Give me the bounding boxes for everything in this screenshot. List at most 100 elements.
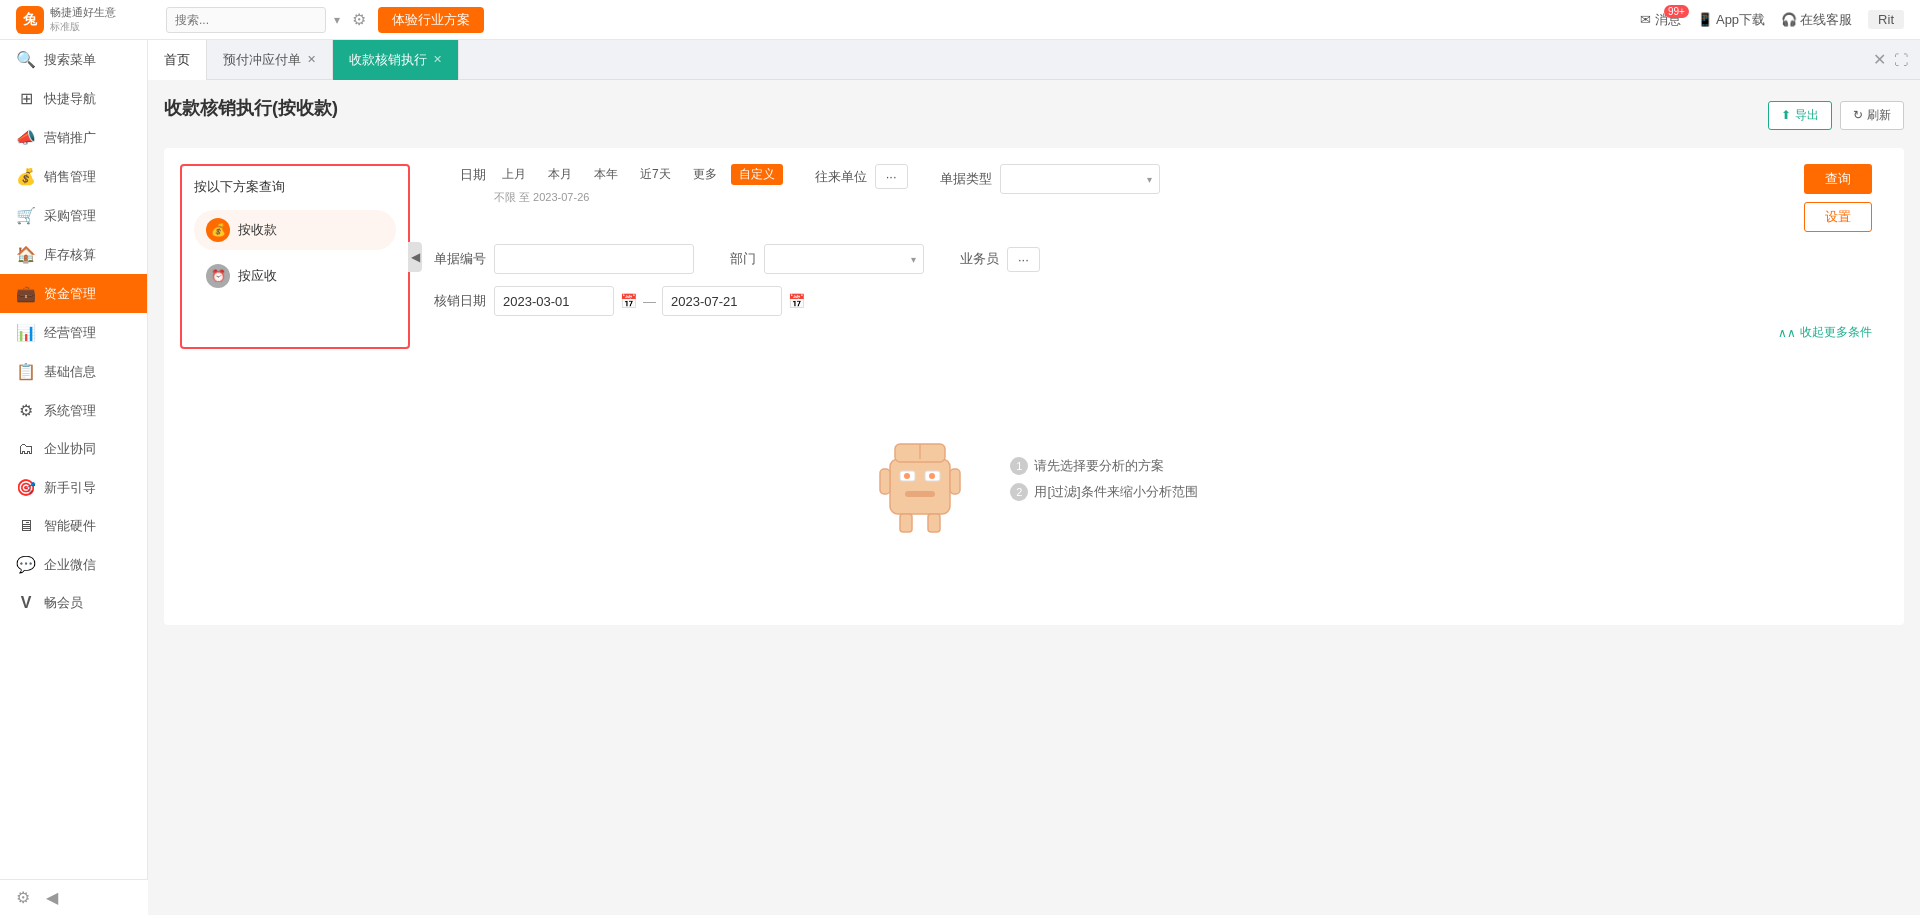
sidebar: 🔍 搜索菜单 ⊞ 快捷导航 📣 营销推广 💰 销售管理 🛒 采购管理 🏠 库存核… bbox=[0, 40, 148, 915]
export-btn[interactable]: ⬆ 导出 bbox=[1768, 101, 1832, 130]
sidebar-item-wechat[interactable]: 💬 企业微信 bbox=[0, 545, 147, 584]
dept-select-wrapper bbox=[764, 244, 924, 274]
svg-rect-9 bbox=[928, 514, 940, 532]
empty-hint-1: 请先选择要分析的方案 bbox=[1034, 457, 1164, 475]
tab-prepay-close[interactable]: ✕ bbox=[307, 53, 316, 66]
user-area[interactable]: Rit bbox=[1868, 10, 1904, 29]
tab-prepay-label: 预付冲应付单 bbox=[223, 51, 301, 69]
sidebar-item-member[interactable]: V 畅会员 bbox=[0, 584, 147, 622]
finance-icon: 💼 bbox=[16, 284, 36, 303]
close-tab-icon[interactable]: ✕ bbox=[1873, 50, 1886, 69]
collapse-label: 收起更多条件 bbox=[1800, 324, 1872, 341]
sidebar-item-search[interactable]: 🔍 搜索菜单 bbox=[0, 40, 147, 79]
settings-bottom-icon[interactable]: ⚙ bbox=[16, 888, 30, 907]
sidebar-item-hardware[interactable]: 🖥 智能硬件 bbox=[0, 507, 147, 545]
export-icon: ⬆ bbox=[1781, 108, 1791, 122]
tab-home-label: 首页 bbox=[164, 51, 190, 69]
action-btns: 查询 设置 bbox=[1804, 164, 1872, 232]
app-name: 畅捷通好生意 bbox=[50, 5, 116, 20]
sidebar-item-inventory[interactable]: 🏠 库存核算 bbox=[0, 235, 147, 274]
svg-rect-8 bbox=[900, 514, 912, 532]
verify-date-start[interactable] bbox=[494, 286, 614, 316]
empty-steps: 1 请先选择要分析的方案 2 用[过滤]条件来缩小分析范围 bbox=[1010, 457, 1197, 501]
svg-rect-7 bbox=[950, 469, 960, 494]
sidebar-item-system[interactable]: ⚙ 系统管理 bbox=[0, 391, 147, 430]
app-logo: 兔 畅捷通好生意 标准版 bbox=[16, 5, 156, 34]
online-service-label: 在线客服 bbox=[1800, 11, 1852, 29]
filter-panel-title: 按以下方案查询 bbox=[194, 178, 396, 196]
topbar-gear-icon[interactable]: ⚙ bbox=[352, 10, 366, 29]
sidebar-item-purchase[interactable]: 🛒 采购管理 bbox=[0, 196, 147, 235]
sidebar-label-inventory: 库存核算 bbox=[44, 246, 96, 264]
topbar-dropdown-arrow[interactable]: ▾ bbox=[334, 13, 340, 27]
refresh-btn[interactable]: ↻ 刷新 bbox=[1840, 101, 1904, 130]
date-quick-btns: 上月 本月 本年 近7天 更多 自定义 bbox=[494, 164, 783, 185]
collapse-sidebar-icon[interactable]: ◀ bbox=[46, 888, 58, 907]
sidebar-item-operations[interactable]: 📊 经营管理 bbox=[0, 313, 147, 352]
beginner-icon: 🎯 bbox=[16, 478, 36, 497]
svg-point-3 bbox=[904, 473, 910, 479]
dept-select[interactable] bbox=[764, 244, 924, 274]
sidebar-label-member: 畅会员 bbox=[44, 594, 83, 612]
btn-more-dates[interactable]: 更多 bbox=[685, 164, 725, 185]
online-service-btn[interactable]: 🎧 在线客服 bbox=[1781, 11, 1852, 29]
tab-home[interactable]: 首页 bbox=[148, 40, 207, 80]
collapse-more-btn[interactable]: ∧∧ 收起更多条件 bbox=[426, 316, 1872, 349]
empty-step-2: 2 用[过滤]条件来缩小分析范围 bbox=[1010, 483, 1197, 501]
filter-by-receivable[interactable]: ⏰ 按应收 bbox=[194, 256, 396, 296]
industry-btn[interactable]: 体验行业方案 bbox=[378, 7, 484, 33]
query-btn[interactable]: 查询 bbox=[1804, 164, 1872, 194]
message-btn[interactable]: ✉ 消息 99+ bbox=[1640, 11, 1681, 29]
system-icon: ⚙ bbox=[16, 401, 36, 420]
custom-tag[interactable]: 自定义 bbox=[731, 164, 783, 185]
btn-this-month[interactable]: 本月 bbox=[540, 164, 580, 185]
cal-icon-end[interactable]: 📅 bbox=[788, 293, 805, 309]
sidebar-item-enterprise-collab[interactable]: 🗂 企业协同 bbox=[0, 430, 147, 468]
cal-icon-start[interactable]: 📅 bbox=[620, 293, 637, 309]
content-layout: 按以下方案查询 💰 按收款 ⏰ 按应收 ◀ 日期 bbox=[180, 164, 1888, 349]
receivable-icon: ⏰ bbox=[206, 264, 230, 288]
query-row-2: 单据编号 部门 业务员 ··· bbox=[426, 244, 1872, 274]
svg-rect-0 bbox=[890, 459, 950, 514]
app-name-area: 畅捷通好生意 标准版 bbox=[50, 5, 116, 34]
empty-state: 1 请先选择要分析的方案 2 用[过滤]条件来缩小分析范围 bbox=[180, 349, 1888, 609]
verify-date-label: 核销日期 bbox=[426, 292, 486, 310]
tab-prepay[interactable]: 预付冲应付单 ✕ bbox=[207, 40, 333, 80]
app-download-btn[interactable]: 📱 App下载 bbox=[1697, 11, 1765, 29]
wechat-icon: 💬 bbox=[16, 555, 36, 574]
verify-date-end[interactable] bbox=[662, 286, 782, 316]
filter-by-collection[interactable]: 💰 按收款 bbox=[194, 210, 396, 250]
sidebar-item-marketing[interactable]: 📣 营销推广 bbox=[0, 118, 147, 157]
settings-btn[interactable]: 设置 bbox=[1804, 202, 1872, 232]
btn-last-month[interactable]: 上月 bbox=[494, 164, 534, 185]
topbar-search-input[interactable] bbox=[166, 7, 326, 33]
btn-last-7days[interactable]: 近7天 bbox=[632, 164, 679, 185]
sidebar-item-beginner[interactable]: 🎯 新手引导 bbox=[0, 468, 147, 507]
btn-this-year[interactable]: 本年 bbox=[586, 164, 626, 185]
bill-type-select[interactable] bbox=[1000, 164, 1160, 194]
message-icon: ✉ bbox=[1640, 12, 1651, 27]
empty-hint-2: 用[过滤]条件来缩小分析范围 bbox=[1034, 483, 1197, 501]
salesman-section: 业务员 ··· bbox=[960, 247, 1040, 272]
empty-state-inner: 1 请先选择要分析的方案 2 用[过滤]条件来缩小分析范围 bbox=[870, 429, 1197, 529]
maximize-icon[interactable]: ⛶ bbox=[1894, 52, 1908, 68]
salesman-btn[interactable]: ··· bbox=[1007, 247, 1040, 272]
sidebar-bottom: ⚙ ◀ bbox=[0, 879, 148, 915]
date-hint-row: 不限 至 2023-07-26 bbox=[426, 189, 783, 205]
page-title-area: 收款核销执行(按收款) ⬆ 导出 ↻ 刷新 bbox=[164, 96, 1904, 134]
sidebar-item-sales[interactable]: 💰 销售管理 bbox=[0, 157, 147, 196]
sidebar-item-basic-info[interactable]: 📋 基础信息 bbox=[0, 352, 147, 391]
filter-panel: 按以下方案查询 💰 按收款 ⏰ 按应收 ◀ bbox=[180, 164, 410, 349]
sidebar-label-marketing: 营销推广 bbox=[44, 129, 96, 147]
sidebar-label-hardware: 智能硬件 bbox=[44, 517, 96, 535]
sidebar-label-quicknav: 快捷导航 bbox=[44, 90, 96, 108]
sidebar-item-finance[interactable]: 💼 资金管理 bbox=[0, 274, 147, 313]
tab-collection-close[interactable]: ✕ bbox=[433, 53, 442, 66]
sidebar-item-quicknav[interactable]: ⊞ 快捷导航 bbox=[0, 79, 147, 118]
bill-type-section: 单据类型 bbox=[940, 164, 1160, 194]
bill-no-input[interactable] bbox=[494, 244, 694, 274]
empty-step-1: 1 请先选择要分析的方案 bbox=[1010, 457, 1197, 475]
panel-collapse-arrow[interactable]: ◀ bbox=[408, 242, 422, 272]
counter-party-btn[interactable]: ··· bbox=[875, 164, 908, 189]
tab-collection[interactable]: 收款核销执行 ✕ bbox=[333, 40, 459, 80]
